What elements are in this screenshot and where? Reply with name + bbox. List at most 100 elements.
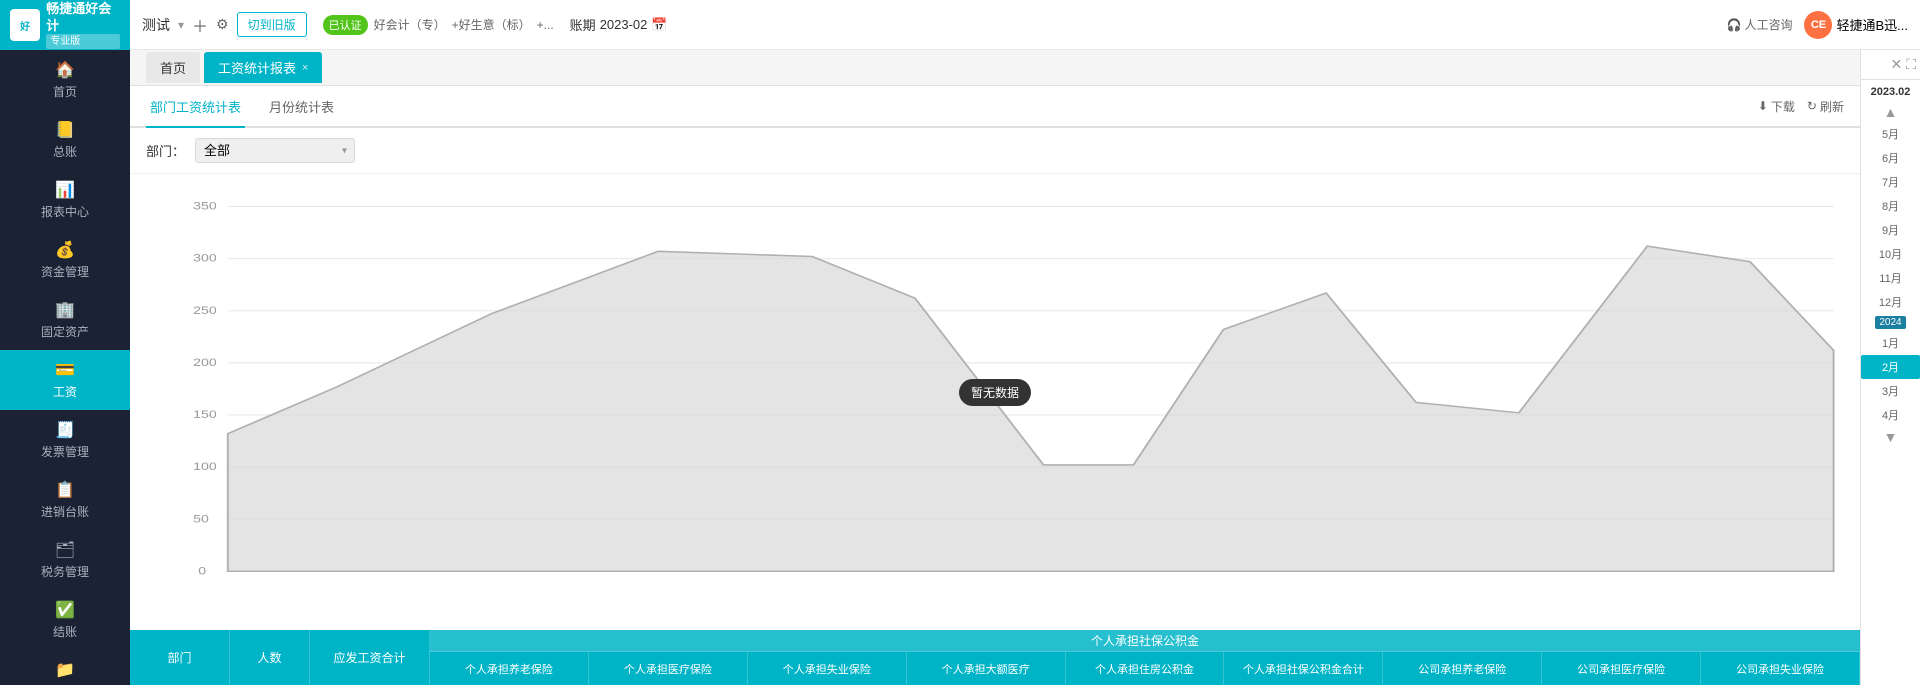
close-panel-icon[interactable]: ✕ <box>1890 56 1902 73</box>
sidebar-item-结账[interactable]: ✅ 结账 <box>0 590 130 650</box>
month-item-7月[interactable]: 7月 <box>1861 170 1920 194</box>
th-sub-公司承担失业保险: 公司承担失业保险 <box>1701 652 1860 685</box>
nav-icon: 💳 <box>55 360 75 380</box>
tab-home[interactable]: 首页 <box>146 52 200 83</box>
sidebar-item-归档管理[interactable]: 📁归档管理 <box>0 650 130 685</box>
dept-label: 部门： <box>146 141 185 160</box>
right-panel-top: ✕ ⛶ <box>1861 50 1920 80</box>
down-arrow-btn[interactable]: ▼ <box>1884 427 1898 447</box>
nav-label: 结账 <box>53 623 77 640</box>
sub-tab-actions: ⬇ 下载 ↻ 刷新 <box>1758 98 1844 115</box>
sub-tab-month[interactable]: 月份统计表 <box>265 86 338 128</box>
download-icon: ⬇ <box>1758 99 1768 113</box>
sidebar-item-工资[interactable]: 💳工资 <box>0 350 130 410</box>
nav-label: 首页 <box>53 83 77 100</box>
user-menu[interactable]: CE 轻捷通B迅... <box>1804 11 1908 39</box>
right-panel: ✕ ⛶ 2023.02 ▲ 5月6月7月8月9月10月11月12月20241月2… <box>1860 50 1920 685</box>
nav-icon: 📊 <box>55 180 75 200</box>
up-arrow-btn[interactable]: ▲ <box>1884 102 1898 122</box>
tab-salary[interactable]: 工资统计报表 × <box>204 52 322 83</box>
sidebar-nav: 🏠 首页 📒 总账 📊 报表中心 💰资金管理 🏢 固定资产 💳工资🧾发票管理📋进销台账 🗂 税务管理 ✅… <box>0 50 130 685</box>
business-badge: +好生意（标） <box>452 16 531 33</box>
switch-old-btn[interactable]: 切到旧版 <box>237 12 307 37</box>
content-wrapper: 首页 工资统计报表 × 部门工资统计表 月份统计表 ⬇ 下载 <box>130 50 1920 685</box>
nav-label: 报表中心 <box>41 203 89 220</box>
nav-icon: 🏢 <box>55 300 75 320</box>
th-headcount: 人数 <box>230 630 310 685</box>
month-item-1月[interactable]: 1月 <box>1861 331 1920 355</box>
svg-text:50: 50 <box>193 512 209 525</box>
month-item-5月[interactable]: 5月 <box>1861 122 1920 146</box>
sidebar-item-固定资产[interactable]: 🏢 固定资产 <box>0 290 130 350</box>
refresh-btn[interactable]: ↻ 刷新 <box>1807 98 1844 115</box>
svg-text:200: 200 <box>193 355 217 368</box>
month-item-12月[interactable]: 12月 <box>1861 290 1920 314</box>
chart-tooltip: 暂无数据 <box>959 379 1031 406</box>
nav-label: 总账 <box>53 143 77 160</box>
logo-text: 畅捷通好会计 专业版 <box>46 1 120 50</box>
th-sub-公司承担养老保险: 公司承担养老保险 <box>1383 652 1542 685</box>
topbar-badges: 已认证 好会计（专） +好生意（标） +... <box>323 15 554 35</box>
sidebar-item-总账[interactable]: 📒 总账 <box>0 110 130 170</box>
verified-badge: 已认证 <box>323 15 368 35</box>
period-value: 2023-02 <box>600 17 648 32</box>
tab-close-btn[interactable]: × <box>302 62 308 74</box>
topbar-dropdown-arrow[interactable]: ▾ <box>178 18 184 32</box>
month-list: 5月6月7月8月9月10月11月12月 2024 1月2月3月4月 <box>1861 122 1920 427</box>
sidebar-item-资金管理[interactable]: 💰资金管理 <box>0 230 130 290</box>
th-dept: 部门 <box>130 630 230 685</box>
th-salary-total: 应发工资合计 <box>310 630 430 685</box>
user-name: 轻捷通B迅... <box>1836 15 1908 34</box>
nav-icon: 💰 <box>55 240 75 260</box>
sidebar-logo: 好 畅捷通好会计 专业版 <box>0 0 130 50</box>
month-item-9月[interactable]: 9月 <box>1861 218 1920 242</box>
svg-text:300: 300 <box>193 251 217 264</box>
month-item-4月[interactable]: 4月 <box>1861 403 1920 427</box>
dept-select[interactable]: 全部 部门1 部门2 <box>195 138 355 163</box>
th-sub-个人承担大额医疗: 个人承担大额医疗 <box>907 652 1066 685</box>
sidebar-item-报表中心[interactable]: 📊 报表中心 <box>0 170 130 230</box>
sidebar-item-首页[interactable]: 🏠 首页 <box>0 50 130 110</box>
month-item-10月[interactable]: 10月 <box>1861 242 1920 266</box>
dept-select-wrapper: 全部 部门1 部门2 ▾ <box>195 138 355 163</box>
topbar: 测试 ▾ ＋ ⚙ 切到旧版 已认证 好会计（专） +好生意（标） +... 账期… <box>130 0 1920 50</box>
nav-icon: 🗂 <box>55 540 75 560</box>
nav-icon: 📁 <box>55 660 75 680</box>
year-2024-badge: 2024 <box>1875 316 1905 329</box>
sidebar-item-进销台账[interactable]: 📋进销台账 <box>0 470 130 530</box>
more-badge: +... <box>537 18 554 32</box>
sidebar: 好 畅捷通好会计 专业版 🏠 首页 📒 总账 📊 报表中心 💰资金管理 🏢 固定资产 💳工资🧾发票… <box>0 0 130 685</box>
svg-text:0: 0 <box>198 564 206 577</box>
expand-panel-icon[interactable]: ⛶ <box>1906 56 1916 73</box>
nav-label: 发票管理 <box>41 443 89 460</box>
month-item-2月[interactable]: 2月 <box>1861 355 1920 379</box>
headset-icon: 🎧 <box>1727 18 1742 32</box>
th-sub-headers: 个人承担养老保险个人承担医疗保险个人承担失业保险个人承担大额医疗个人承担住房公积… <box>430 652 1860 685</box>
chart-area: 350 300 250 200 150 100 50 0 <box>130 174 1860 630</box>
topbar-setting-btn[interactable]: ⚙ <box>216 16 229 33</box>
nav-icon: 📒 <box>55 120 75 140</box>
month-item-8月[interactable]: 8月 <box>1861 194 1920 218</box>
nav-icon: ✅ <box>55 600 75 620</box>
main-area: 测试 ▾ ＋ ⚙ 切到旧版 已认证 好会计（专） +好生意（标） +... 账期… <box>130 0 1920 685</box>
sidebar-item-发票管理[interactable]: 🧾发票管理 <box>0 410 130 470</box>
topbar-add-btn[interactable]: ＋ <box>192 13 208 37</box>
nav-label: 固定资产 <box>41 323 89 340</box>
th-sub-个人承担医疗保险: 个人承担医疗保险 <box>589 652 748 685</box>
sidebar-item-税务管理[interactable]: 🗂 税务管理 <box>0 530 130 590</box>
nav-icon: 🏠 <box>55 60 75 80</box>
month-item-3月[interactable]: 3月 <box>1861 379 1920 403</box>
sub-tabs: 部门工资统计表 月份统计表 <box>146 86 338 126</box>
month-item-6月[interactable]: 6月 <box>1861 146 1920 170</box>
logo-icon: 好 <box>10 9 40 41</box>
svg-text:250: 250 <box>193 303 217 316</box>
download-btn[interactable]: ⬇ 下载 <box>1758 98 1795 115</box>
toolbar: 部门： 全部 部门1 部门2 ▾ <box>130 128 1860 174</box>
calendar-icon[interactable]: 📅 <box>651 17 667 33</box>
help-btn[interactable]: 🎧 人工咨询 <box>1727 16 1793 33</box>
nav-label: 税务管理 <box>41 563 89 580</box>
month-item-11月[interactable]: 11月 <box>1861 266 1920 290</box>
table-header: 部门 人数 应发工资合计 个人承担社保公积金 个人承担养老保险个人承担医疗保险个… <box>130 630 1860 685</box>
sub-tab-dept[interactable]: 部门工资统计表 <box>146 86 245 128</box>
th-sub-个人承担社保公积金合计: 个人承担社保公积金合计 <box>1224 652 1383 685</box>
